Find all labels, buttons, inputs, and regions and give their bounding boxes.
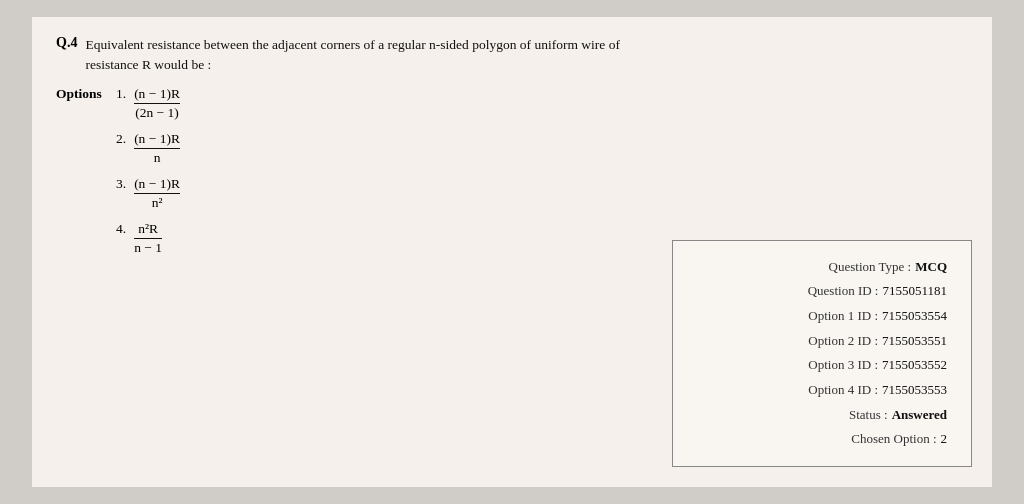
option-num-4: 4. — [116, 221, 126, 237]
question-type-value: MCQ — [915, 255, 947, 280]
option-num-2: 2. — [116, 131, 126, 147]
option3-id-row: Option 3 ID : 7155053552 — [697, 353, 947, 378]
option2-id-row: Option 2 ID : 7155053551 — [697, 329, 947, 354]
option2-id-value: 7155053551 — [882, 329, 947, 354]
question-number: Q.4 — [56, 35, 77, 76]
question-type-row: Question Type : MCQ — [697, 255, 947, 280]
option-numerator-2: (n − 1)R — [134, 131, 180, 149]
option1-id-label: Option 1 ID : — [808, 304, 878, 329]
option1-id-row: Option 1 ID : 7155053554 — [697, 304, 947, 329]
question-id-value: 7155051181 — [882, 279, 947, 304]
option2-id-label: Option 2 ID : — [808, 329, 878, 354]
option-item-3: 3. (n − 1)R n² — [116, 176, 968, 211]
status-label: Status : — [849, 403, 888, 428]
option-numerator-4: n²R — [134, 221, 162, 239]
option-num-3: 3. — [116, 176, 126, 192]
question-type-label: Question Type : — [829, 255, 912, 280]
option-num-1: 1. — [116, 86, 126, 102]
option1-id-value: 7155053554 — [882, 304, 947, 329]
status-row: Status : Answered — [697, 403, 947, 428]
option4-id-row: Option 4 ID : 7155053553 — [697, 378, 947, 403]
options-label: Options — [56, 86, 102, 102]
status-value: Answered — [892, 403, 947, 428]
option-numerator-3: (n − 1)R — [134, 176, 180, 194]
chosen-option-value: 2 — [941, 427, 948, 452]
option-numerator-1: (n − 1)R — [134, 86, 180, 104]
option-denominator-1: (2n − 1) — [135, 104, 179, 121]
option-fraction-4: n²R n − 1 — [134, 221, 162, 256]
question-header: Q.4 Equivalent resistance between the ad… — [56, 35, 968, 76]
option4-id-label: Option 4 ID : — [808, 378, 878, 403]
option-item-2: 2. (n − 1)R n — [116, 131, 968, 166]
option-fraction-3: (n − 1)R n² — [134, 176, 180, 211]
chosen-option-label: Chosen Option : — [851, 427, 936, 452]
option4-id-value: 7155053553 — [882, 378, 947, 403]
options-list: 1. (n − 1)R (2n − 1) 2. (n − 1)R n 3. (n… — [116, 86, 968, 256]
option-denominator-4: n − 1 — [134, 239, 162, 256]
options-section: Options 1. (n − 1)R (2n − 1) 2. (n − 1)R… — [56, 84, 968, 256]
chosen-option-row: Chosen Option : 2 — [697, 427, 947, 452]
option-fraction-1: (n − 1)R (2n − 1) — [134, 86, 180, 121]
question-text: Equivalent resistance between the adjace… — [85, 35, 620, 76]
option3-id-value: 7155053552 — [882, 353, 947, 378]
option-denominator-2: n — [154, 149, 161, 166]
question-id-row: Question ID : 7155051181 — [697, 279, 947, 304]
question-id-label: Question ID : — [808, 279, 879, 304]
option-denominator-3: n² — [152, 194, 163, 211]
option3-id-label: Option 3 ID : — [808, 353, 878, 378]
option-fraction-2: (n − 1)R n — [134, 131, 180, 166]
info-box: Question Type : MCQ Question ID : 715505… — [672, 240, 972, 468]
page: Q.4 Equivalent resistance between the ad… — [32, 17, 992, 487]
option-item-1: 1. (n − 1)R (2n − 1) — [116, 86, 968, 121]
